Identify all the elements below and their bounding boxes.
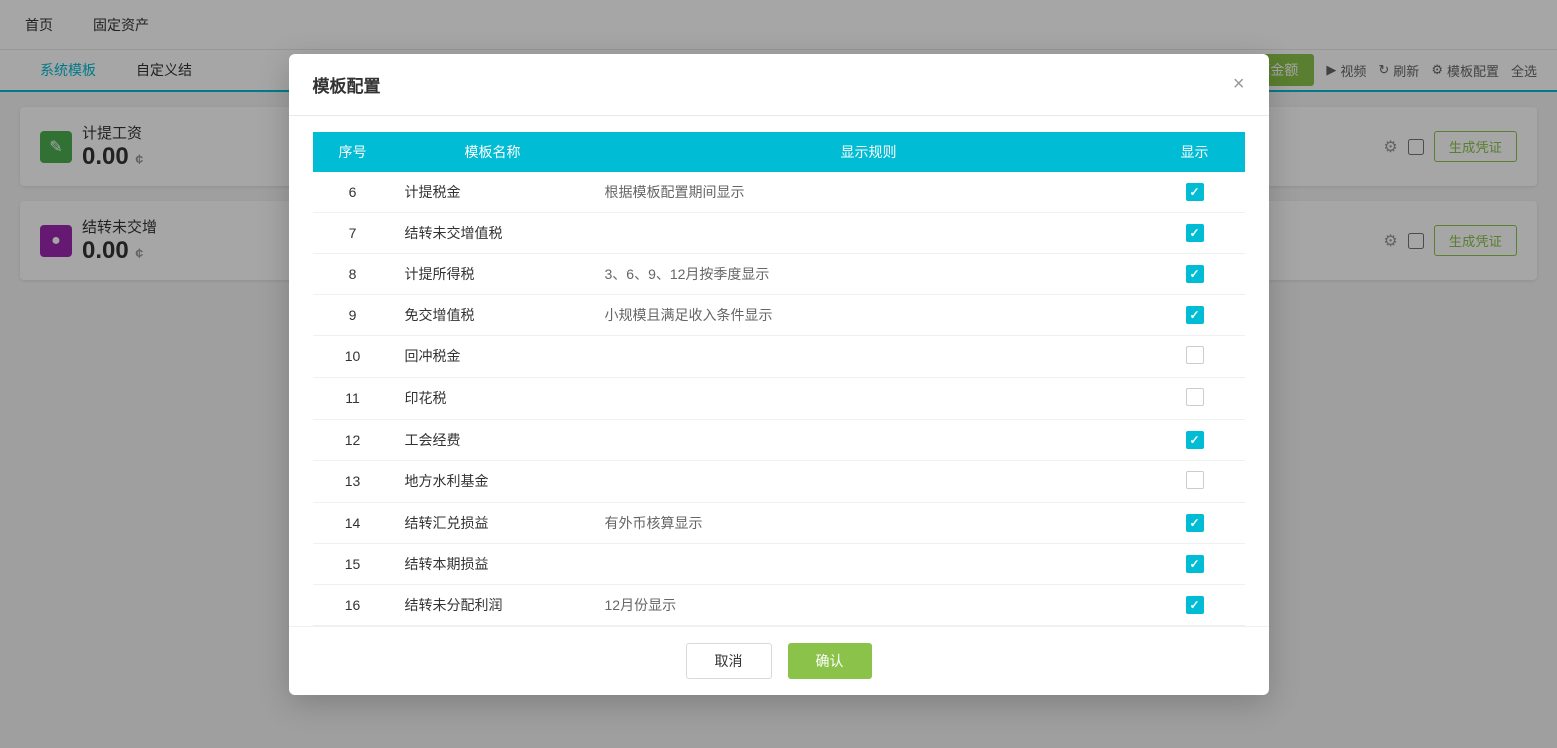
row-checkbox-9[interactable] <box>1186 306 1204 324</box>
cell-name: 结转汇兑损益 <box>393 502 593 543</box>
cancel-button[interactable]: 取消 <box>686 643 772 679</box>
cell-checkbox[interactable] <box>1145 419 1245 460</box>
cell-checkbox[interactable] <box>1145 377 1245 419</box>
table-row: 10回冲税金 <box>313 335 1245 377</box>
cell-seq: 12 <box>313 419 393 460</box>
cell-name: 免交增值税 <box>393 294 593 335</box>
cell-rule <box>593 543 1145 584</box>
row-checkbox-13[interactable] <box>1186 471 1204 489</box>
cell-rule <box>593 335 1145 377</box>
cell-rule: 3、6、9、12月按季度显示 <box>593 253 1145 294</box>
cell-rule: 12月份显示 <box>593 584 1145 625</box>
row-checkbox-15[interactable] <box>1186 555 1204 573</box>
cell-seq: 14 <box>313 502 393 543</box>
row-checkbox-10[interactable] <box>1186 346 1204 364</box>
cell-name: 工会经费 <box>393 419 593 460</box>
row-checkbox-7[interactable] <box>1186 224 1204 242</box>
dialog-footer: 取消 确认 <box>289 626 1269 695</box>
cell-rule <box>593 377 1145 419</box>
row-checkbox-12[interactable] <box>1186 431 1204 449</box>
dialog-header: 模板配置 × <box>289 54 1269 116</box>
cell-rule <box>593 212 1145 253</box>
cell-seq: 6 <box>313 172 393 213</box>
cell-seq: 9 <box>313 294 393 335</box>
cell-seq: 7 <box>313 212 393 253</box>
cell-name: 结转未分配利润 <box>393 584 593 625</box>
table-row: 14结转汇兑损益有外币核算显示 <box>313 502 1245 543</box>
row-checkbox-11[interactable] <box>1186 388 1204 406</box>
modal-overlay: 模板配置 × 序号 模板名称 显示规则 显示 6计提税金根据模板配置期间显示7结… <box>0 0 1557 748</box>
row-checkbox-6[interactable] <box>1186 183 1204 201</box>
cell-checkbox[interactable] <box>1145 460 1245 502</box>
cell-checkbox[interactable] <box>1145 212 1245 253</box>
cell-checkbox[interactable] <box>1145 584 1245 625</box>
dialog-close-button[interactable]: × <box>1233 74 1245 94</box>
cell-checkbox[interactable] <box>1145 502 1245 543</box>
table-row: 11印花税 <box>313 377 1245 419</box>
table-row: 9免交增值税小规模且满足收入条件显示 <box>313 294 1245 335</box>
table-row: 12工会经费 <box>313 419 1245 460</box>
cell-name: 计提税金 <box>393 172 593 213</box>
table-row: 6计提税金根据模板配置期间显示 <box>313 172 1245 213</box>
cell-checkbox[interactable] <box>1145 543 1245 584</box>
cell-checkbox[interactable] <box>1145 335 1245 377</box>
cell-rule <box>593 460 1145 502</box>
cell-rule: 有外币核算显示 <box>593 502 1145 543</box>
cell-seq: 13 <box>313 460 393 502</box>
cell-rule: 小规模且满足收入条件显示 <box>593 294 1145 335</box>
cell-seq: 11 <box>313 377 393 419</box>
cell-name: 计提所得税 <box>393 253 593 294</box>
cell-name: 结转本期损益 <box>393 543 593 584</box>
cell-name: 地方水利基金 <box>393 460 593 502</box>
cell-name: 印花税 <box>393 377 593 419</box>
cell-seq: 10 <box>313 335 393 377</box>
confirm-button[interactable]: 确认 <box>788 643 872 679</box>
cell-name: 回冲税金 <box>393 335 593 377</box>
table-header-row: 序号 模板名称 显示规则 显示 <box>313 132 1245 172</box>
template-config-dialog: 模板配置 × 序号 模板名称 显示规则 显示 6计提税金根据模板配置期间显示7结… <box>289 54 1269 695</box>
cell-checkbox[interactable] <box>1145 294 1245 335</box>
row-checkbox-14[interactable] <box>1186 514 1204 532</box>
table-row: 8计提所得税3、6、9、12月按季度显示 <box>313 253 1245 294</box>
col-rule: 显示规则 <box>593 132 1145 172</box>
cell-seq: 16 <box>313 584 393 625</box>
table-row: 13地方水利基金 <box>313 460 1245 502</box>
row-checkbox-8[interactable] <box>1186 265 1204 283</box>
cell-rule <box>593 419 1145 460</box>
row-checkbox-16[interactable] <box>1186 596 1204 614</box>
cell-rule: 根据模板配置期间显示 <box>593 172 1145 213</box>
config-table: 序号 模板名称 显示规则 显示 6计提税金根据模板配置期间显示7结转未交增值税8… <box>313 132 1245 626</box>
col-name: 模板名称 <box>393 132 593 172</box>
cell-seq: 8 <box>313 253 393 294</box>
cell-seq: 15 <box>313 543 393 584</box>
dialog-body: 序号 模板名称 显示规则 显示 6计提税金根据模板配置期间显示7结转未交增值税8… <box>289 116 1269 626</box>
table-row: 15结转本期损益 <box>313 543 1245 584</box>
dialog-title: 模板配置 <box>313 72 381 97</box>
cell-name: 结转未交增值税 <box>393 212 593 253</box>
col-display: 显示 <box>1145 132 1245 172</box>
table-row: 16结转未分配利润12月份显示 <box>313 584 1245 625</box>
col-seq: 序号 <box>313 132 393 172</box>
cell-checkbox[interactable] <box>1145 172 1245 213</box>
table-row: 7结转未交增值税 <box>313 212 1245 253</box>
cell-checkbox[interactable] <box>1145 253 1245 294</box>
